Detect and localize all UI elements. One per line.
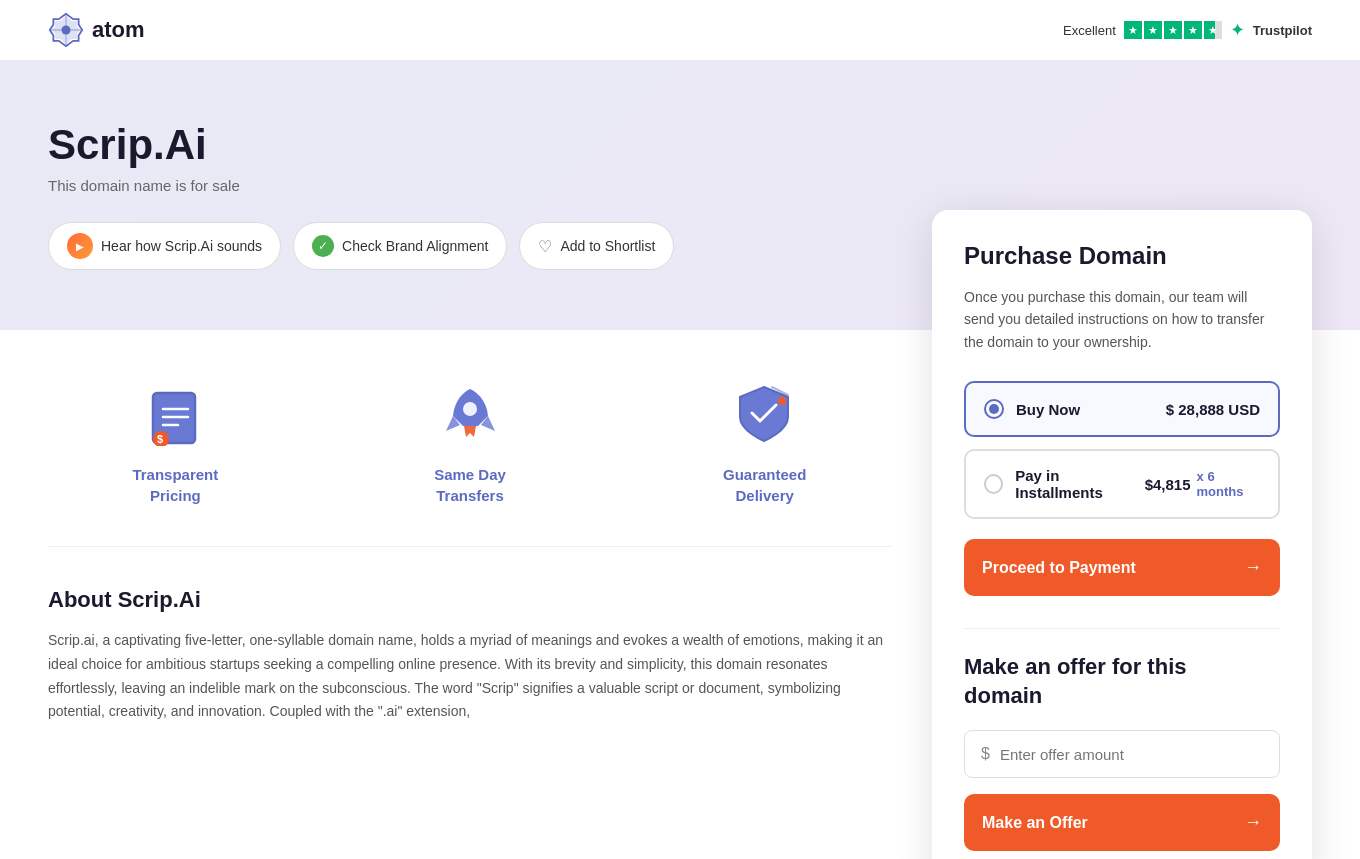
domain-subtitle: This domain name is for sale [48,177,828,194]
trustpilot-label: Excellent [1063,23,1116,38]
offer-input-wrap[interactable]: $ [964,730,1280,778]
trustpilot-stars: ★ ★ ★ ★ ★ [1124,21,1222,39]
trustpilot: Excellent ★ ★ ★ ★ ★ ✦ Trustpilot [1063,19,1312,41]
about-title: About Scrip.Ai [48,587,892,613]
buy-now-radio [984,399,1004,419]
offer-button-label: Make an Offer [982,814,1088,832]
feature-guaranteed-delivery-label: GuaranteedDelivery [723,464,806,506]
transparent-pricing-icon-wrap: $ [140,378,210,448]
installments-option[interactable]: Pay in Installments $4,815 x 6 months [964,449,1280,519]
purchase-description: Once you purchase this domain, our team … [964,286,1280,353]
dollar-sign-icon: $ [981,745,990,763]
buy-now-left: Buy Now [984,399,1080,419]
proceed-arrow-icon: → [1244,557,1262,578]
domain-title: Scrip.Ai [48,121,828,169]
hear-button-label: Hear how Scrip.Ai sounds [101,238,262,254]
svg-point-10 [463,402,477,416]
installments-price-wrap: $4,815 x 6 months [1145,469,1260,499]
about-section: About Scrip.Ai Scrip.ai, a captivating f… [48,547,892,764]
buy-now-label: Buy Now [1016,401,1080,418]
check-icon: ✓ [312,235,334,257]
installments-left: Pay in Installments [984,467,1145,501]
proceed-label: Proceed to Payment [982,559,1136,577]
logo[interactable]: atom [48,12,145,48]
star-2: ★ [1144,21,1162,39]
feature-same-day-transfers: Same DayTransfers [343,378,598,506]
action-buttons: ▶ Hear how Scrip.Ai sounds ✓ Check Brand… [48,222,828,270]
star-3: ★ [1164,21,1182,39]
trustpilot-brand-icon: ✦ [1230,19,1245,41]
offer-section: Make an offer for thisdomain $ Make an O… [964,628,1280,851]
svg-point-11 [778,397,786,405]
guaranteed-delivery-icon-wrap [730,378,800,448]
features-section: $ TransparentPricing Same DayTransfers [48,330,892,547]
rocket-icon [438,381,503,446]
shortlist-button-label: Add to Shortlist [560,238,655,254]
make-offer-button[interactable]: Make an Offer → [964,794,1280,851]
proceed-to-payment-button[interactable]: Proceed to Payment → [964,539,1280,596]
offer-arrow-icon: → [1244,812,1262,833]
feature-transparent-pricing-label: TransparentPricing [132,464,218,506]
buy-now-option[interactable]: Buy Now $ 28,888 USD [964,381,1280,437]
buy-now-price: $ 28,888 USD [1166,401,1260,418]
header: atom Excellent ★ ★ ★ ★ ★ ✦ Trustpilot [0,0,1360,61]
atom-logo-icon [48,12,84,48]
brand-button-label: Check Brand Alignment [342,238,488,254]
purchase-title: Purchase Domain [964,242,1280,270]
feature-transparent-pricing: $ TransparentPricing [48,378,303,506]
payment-options: Buy Now $ 28,888 USD Pay in Installments… [964,381,1280,519]
shortlist-button[interactable]: ♡ Add to Shortlist [519,222,674,270]
offer-title: Make an offer for thisdomain [964,653,1280,710]
trustpilot-brand-name: Trustpilot [1253,23,1312,38]
hear-button[interactable]: ▶ Hear how Scrip.Ai sounds [48,222,281,270]
star-5: ★ [1204,21,1222,39]
left-content: $ TransparentPricing Same DayTransfers [48,330,932,859]
play-icon: ▶ [67,233,93,259]
receipt-icon: $ [143,381,208,446]
same-day-transfers-icon-wrap [435,378,505,448]
feature-guaranteed-delivery: GuaranteedDelivery [637,378,892,506]
main-layout: $ TransparentPricing Same DayTransfers [0,330,1360,859]
feature-same-day-transfers-label: Same DayTransfers [434,464,506,506]
logo-text: atom [92,17,145,43]
heart-icon: ♡ [538,237,552,256]
shield-icon [732,381,797,446]
hero-content: Scrip.Ai This domain name is for sale ▶ … [48,121,828,270]
star-4: ★ [1184,21,1202,39]
installments-label: Pay in Installments [1015,467,1144,501]
installments-radio [984,474,1003,494]
purchase-card: Purchase Domain Once you purchase this d… [932,210,1312,859]
installments-months: x 6 months [1197,469,1260,499]
installments-price: $4,815 [1145,476,1191,493]
about-text: Scrip.ai, a captivating five-letter, one… [48,629,892,724]
purchase-panel: Purchase Domain Once you purchase this d… [932,210,1312,859]
star-1: ★ [1124,21,1142,39]
brand-alignment-button[interactable]: ✓ Check Brand Alignment [293,222,507,270]
offer-amount-input[interactable] [1000,746,1263,763]
svg-text:$: $ [157,433,163,445]
